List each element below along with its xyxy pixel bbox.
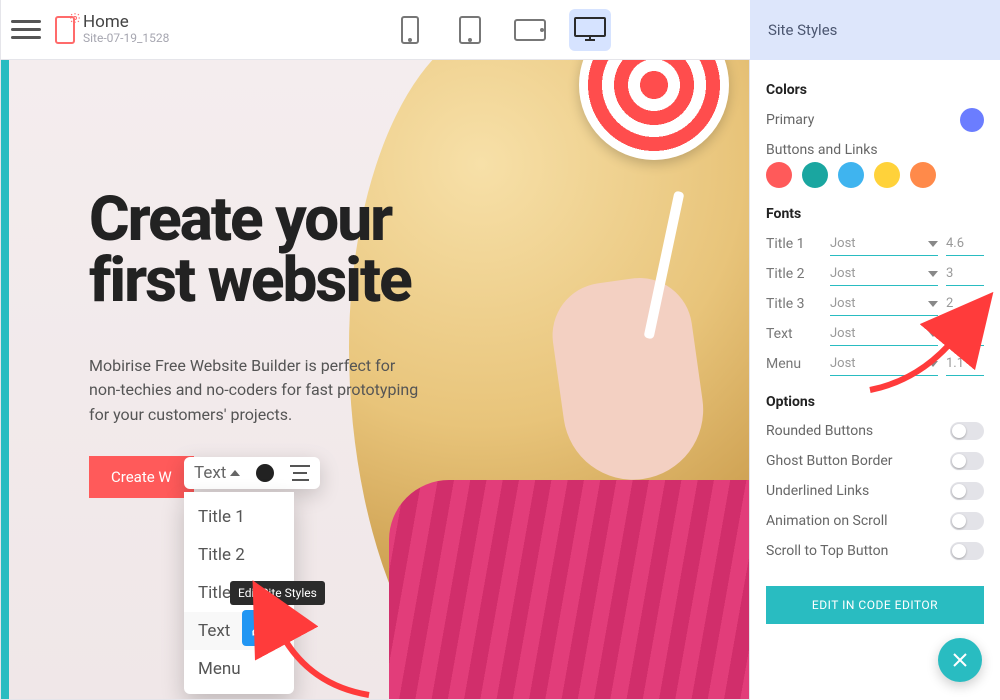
options-heading: Options: [766, 394, 984, 410]
resize-handle-left[interactable]: [1, 60, 9, 699]
swatch-1[interactable]: [766, 162, 792, 188]
toggle[interactable]: [950, 422, 984, 440]
edit-site-styles-tooltip: Edit Site Styles: [230, 581, 325, 605]
close-panel-button[interactable]: [938, 638, 982, 682]
font-family-select[interactable]: Jost: [830, 352, 938, 376]
font-family-select[interactable]: Jost: [830, 292, 938, 316]
editor-canvas[interactable]: Create your first website Mobirise Free …: [9, 60, 749, 699]
font-label: Menu: [766, 356, 822, 372]
site-styles-panel: Site Styles Colors Primary Buttons and L…: [750, 0, 1000, 700]
font-label: Title 3: [766, 296, 822, 312]
device-desktop[interactable]: [569, 9, 611, 51]
gear-icon: [69, 12, 81, 24]
text-style-toolbar: Text: [184, 457, 320, 489]
font-size-input[interactable]: 4.6: [946, 232, 984, 256]
option-underlined-links: Underlined Links: [766, 482, 984, 500]
device-phone[interactable]: [389, 9, 431, 51]
editor-canvas-wrap: Create your first website Mobirise Free …: [0, 60, 750, 700]
primary-color-swatch[interactable]: [960, 108, 984, 132]
font-row-title2: Title 2 Jost 3: [766, 262, 984, 286]
option-animation-scroll: Animation on Scroll: [766, 512, 984, 530]
primary-color-label: Primary: [766, 112, 814, 128]
style-option-menu[interactable]: Menu: [184, 650, 294, 688]
font-family-select[interactable]: Jost: [830, 232, 938, 256]
edit-code-button[interactable]: EDIT IN CODE EDITOR: [766, 586, 984, 624]
font-size-input[interactable]: 2: [946, 292, 984, 316]
font-size-input[interactable]: 3: [946, 262, 984, 286]
hero-cta-button[interactable]: Create W: [89, 456, 194, 498]
font-label: Title 2: [766, 266, 822, 282]
text-align-button[interactable]: [290, 465, 310, 481]
font-size-input[interactable]: 1.2: [946, 322, 984, 346]
font-row-menu: Menu Jost 1.1: [766, 352, 984, 376]
toggle[interactable]: [950, 542, 984, 560]
font-family-select[interactable]: Jost: [830, 262, 938, 286]
edit-site-styles-button[interactable]: [242, 610, 278, 646]
site-name: Site-07-19_1528: [83, 32, 169, 46]
font-label: Text: [766, 326, 822, 342]
colors-heading: Colors: [766, 82, 984, 98]
toggle[interactable]: [950, 452, 984, 470]
style-option-title2[interactable]: Title 2: [184, 536, 294, 574]
chevron-down-icon: [928, 271, 938, 277]
device-switcher: [389, 9, 611, 51]
chevron-down-icon: [928, 361, 938, 367]
device-tablet-landscape[interactable]: [509, 9, 551, 51]
color-swatches: [766, 162, 984, 188]
text-color-button[interactable]: [256, 464, 274, 482]
menu-button[interactable]: [11, 15, 41, 45]
pencil-icon: [251, 619, 269, 637]
chevron-up-icon: [230, 470, 240, 476]
page-indicator[interactable]: Home Site-07-19_1528: [55, 13, 169, 46]
toggle[interactable]: [950, 482, 984, 500]
text-style-dropdown-trigger[interactable]: Text: [194, 463, 240, 483]
hero-body[interactable]: Mobirise Free Website Builder is perfect…: [89, 354, 419, 428]
chevron-down-icon: [928, 301, 938, 307]
toggle[interactable]: [950, 512, 984, 530]
swatch-2[interactable]: [802, 162, 828, 188]
buttons-links-label: Buttons and Links: [766, 142, 984, 158]
font-row-text: Text Jost 1.2: [766, 322, 984, 346]
font-label: Title 1: [766, 236, 822, 252]
hero-heading[interactable]: Create your first website: [89, 190, 509, 312]
font-size-input[interactable]: 1.1: [946, 352, 984, 376]
chevron-down-icon: [928, 241, 938, 247]
option-scroll-top: Scroll to Top Button: [766, 542, 984, 560]
hero-block[interactable]: Create your first website Mobirise Free …: [89, 190, 509, 498]
close-icon: [950, 650, 970, 670]
chevron-down-icon: [928, 331, 938, 337]
swatch-3[interactable]: [838, 162, 864, 188]
option-ghost-border: Ghost Button Border: [766, 452, 984, 470]
font-family-select[interactable]: Jost: [830, 322, 938, 346]
panel-title: Site Styles: [750, 0, 1000, 60]
page-icon: [55, 16, 75, 44]
fonts-heading: Fonts: [766, 206, 984, 222]
swatch-5[interactable]: [910, 162, 936, 188]
font-row-title3: Title 3 Jost 2: [766, 292, 984, 316]
option-rounded-buttons: Rounded Buttons: [766, 422, 984, 440]
page-title: Home: [83, 13, 169, 33]
style-option-title1[interactable]: Title 1: [184, 498, 294, 536]
device-tablet-portrait[interactable]: [449, 9, 491, 51]
swatch-4[interactable]: [874, 162, 900, 188]
font-row-title1: Title 1 Jost 4.6: [766, 232, 984, 256]
